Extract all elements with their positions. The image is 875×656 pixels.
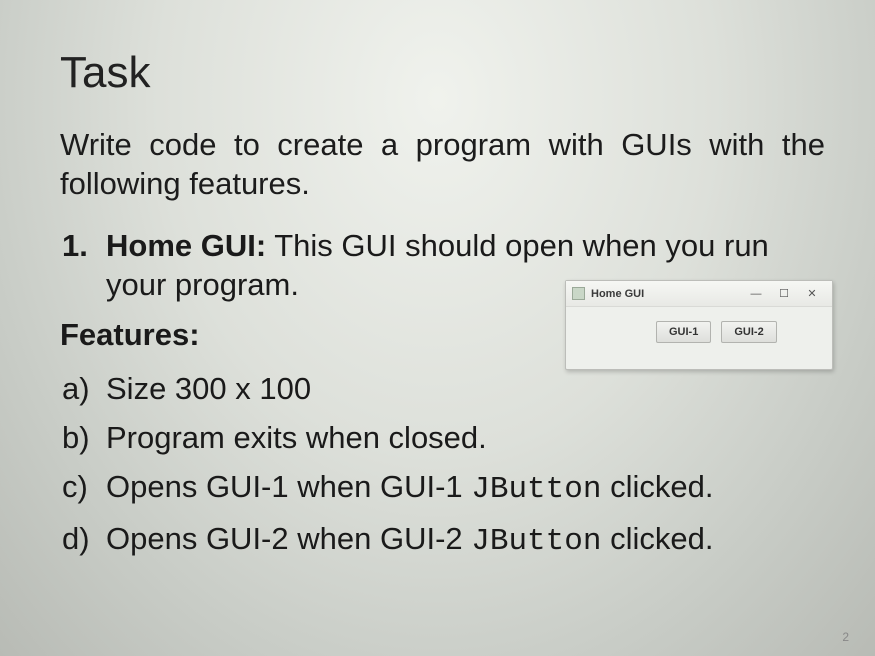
gui-1-button[interactable]: GUI-1	[656, 321, 711, 343]
home-gui-window: Home GUI — ☐ ✕ GUI-1 GUI-2	[565, 280, 833, 370]
feature-letter: d)	[60, 517, 106, 565]
feature-text: Size 300 x 100	[106, 367, 311, 412]
window-body: GUI-1 GUI-2	[566, 307, 832, 343]
features-list: a) Size 300 x 100 b) Program exits when …	[60, 367, 825, 565]
feature-text: Program exits when closed.	[106, 416, 487, 461]
window-titlebar: Home GUI — ☐ ✕	[566, 281, 832, 307]
window-title: Home GUI	[591, 288, 742, 300]
home-gui-label: Home GUI:	[106, 228, 266, 263]
feature-post: clicked.	[601, 469, 713, 504]
code-jbutton: JButton	[471, 524, 601, 559]
feature-c: c) Opens GUI-1 when GUI-1 JButton clicke…	[60, 465, 825, 513]
java-icon	[572, 287, 585, 300]
feature-letter: a)	[60, 367, 106, 412]
maximize-button[interactable]: ☐	[770, 285, 798, 303]
close-button[interactable]: ✕	[798, 285, 826, 303]
feature-post: clicked.	[601, 521, 713, 556]
feature-text: Opens GUI-2 when GUI-2 JButton clicked.	[106, 517, 713, 565]
feature-text: Opens GUI-1 when GUI-1 JButton clicked.	[106, 465, 713, 513]
window-controls: — ☐ ✕	[742, 285, 826, 303]
gui-2-button[interactable]: GUI-2	[721, 321, 776, 343]
feature-b: b) Program exits when closed.	[60, 416, 825, 461]
task-title: Task	[60, 48, 825, 98]
list-number: 1.	[60, 226, 106, 305]
feature-letter: b)	[60, 416, 106, 461]
feature-d: d) Opens GUI-2 when GUI-2 JButton clicke…	[60, 517, 825, 565]
feature-letter: c)	[60, 465, 106, 513]
feature-pre: Opens GUI-1 when GUI-1	[106, 469, 471, 504]
code-jbutton: JButton	[471, 472, 601, 507]
feature-a: a) Size 300 x 100	[60, 367, 825, 412]
feature-pre: Opens GUI-2 when GUI-2	[106, 521, 471, 556]
intro-paragraph: Write code to create a program with GUIs…	[60, 126, 825, 204]
minimize-button[interactable]: —	[742, 285, 770, 303]
page-number: 2	[842, 630, 849, 644]
